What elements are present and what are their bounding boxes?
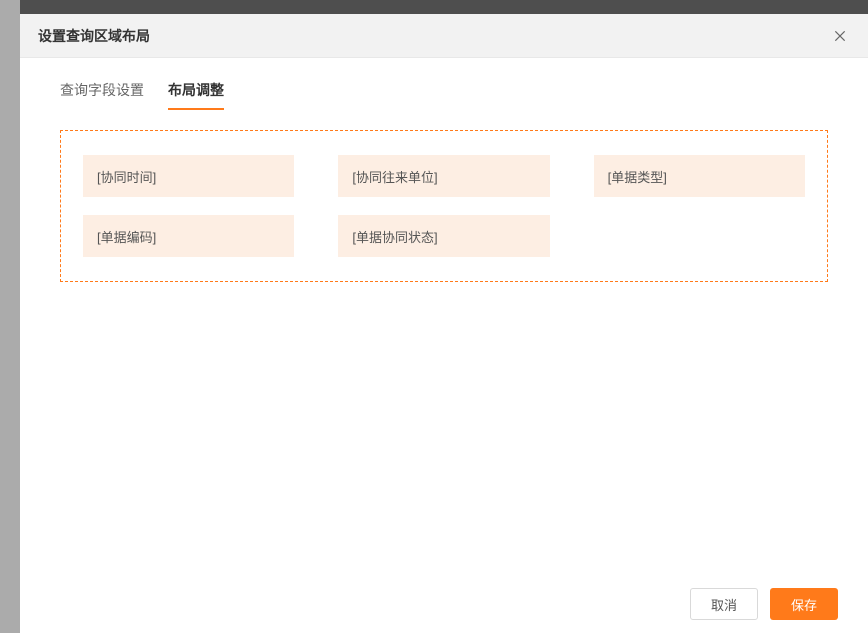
- field-block-doc-code[interactable]: [单据编码]: [83, 215, 294, 257]
- field-label: [单据编码]: [97, 227, 156, 246]
- close-icon: [833, 29, 847, 43]
- field-label: [协同往来单位]: [352, 167, 437, 186]
- field-label: [单据类型]: [608, 167, 667, 186]
- field-label: [协同时间]: [97, 167, 156, 186]
- field-block-doc-type[interactable]: [单据类型]: [594, 155, 805, 197]
- modal-title: 设置查询区域布局: [38, 26, 150, 46]
- modal-dialog: 设置查询区域布局 查询字段设置 布局调整 [协同时间] [协同往来单位] [单据…: [20, 14, 868, 633]
- tabs: 查询字段设置 布局调整: [60, 80, 828, 110]
- layout-grid: [协同时间] [协同往来单位] [单据类型] [单据编码] [单据协同状态]: [83, 155, 805, 257]
- tab-query-field-settings[interactable]: 查询字段设置: [60, 80, 144, 110]
- field-block-collab-status[interactable]: [单据协同状态]: [338, 215, 549, 257]
- modal-footer: 取消 保存: [20, 575, 868, 633]
- field-block-collab-time[interactable]: [协同时间]: [83, 155, 294, 197]
- field-label: [单据协同状态]: [352, 227, 437, 246]
- cancel-button[interactable]: 取消: [690, 588, 758, 620]
- tab-layout-adjust[interactable]: 布局调整: [168, 80, 224, 110]
- layout-area: [协同时间] [协同往来单位] [单据类型] [单据编码] [单据协同状态]: [60, 130, 828, 282]
- modal-header: 设置查询区域布局: [20, 14, 868, 58]
- save-button[interactable]: 保存: [770, 588, 838, 620]
- modal-body: 查询字段设置 布局调整 [协同时间] [协同往来单位] [单据类型] [单据编码…: [20, 58, 868, 575]
- field-block-collab-unit[interactable]: [协同往来单位]: [338, 155, 549, 197]
- close-button[interactable]: [830, 26, 850, 46]
